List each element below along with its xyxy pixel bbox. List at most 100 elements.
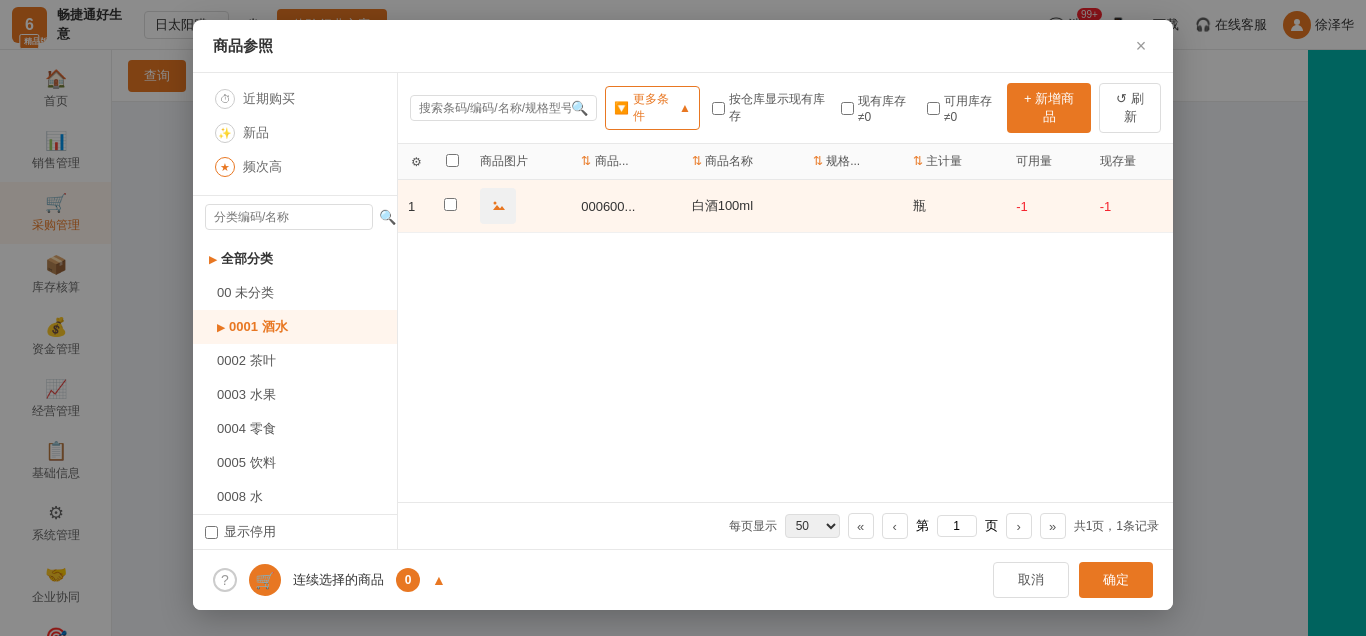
cat-drinks[interactable]: 0005 饮料 [193,446,397,480]
cart-count: 0 [396,568,420,592]
cat-tea[interactable]: 0002 茶叶 [193,344,397,378]
right-panel: 🔍 🔽 更多条件 ▲ 按仓库显示现有库存 现有库存≠0 [398,73,1173,549]
row-stock: -1 [1090,180,1173,233]
refresh-button[interactable]: ↺ 刷新 [1099,83,1161,133]
product-reference-modal: 商品参照 × ⏱ 近期购买 ✨ 新品 ★ 频次高 [193,20,1173,610]
sort-icon: ⇅ [581,154,591,168]
sort-icon: ⇅ [913,154,923,168]
filter-button[interactable]: 🔽 更多条件 ▲ [605,86,700,130]
category-list: ▶ 全部分类 00 未分类 ▶ 0001 酒水 0002 茶叶 0003 水果 [193,238,397,514]
select-all-checkbox[interactable] [446,154,459,167]
expand-icon: ▶ [209,254,217,265]
tab-new[interactable]: ✨ 新品 [205,117,385,149]
table-header-row: ⚙ 商品图片 ⇅ 商品... [398,144,1173,180]
product-search-box: 🔍 [410,95,597,121]
page-size-label: 每页显示 [729,518,777,535]
filter-icon: 🔽 [614,101,629,115]
svg-point-2 [494,202,497,205]
stock-ne0-checkbox[interactable] [841,102,854,115]
avail-ne0-checkbox-label[interactable]: 可用库存≠0 [927,93,999,124]
row-image-cell [470,180,571,233]
page-prev-button[interactable]: ‹ [882,513,908,539]
row-checkbox[interactable] [444,198,457,211]
toolbar-actions: + 新增商品 ↺ 刷新 [1007,83,1161,133]
table-row[interactable]: 1 000600... 白酒100ml [398,180,1173,233]
page-last-button[interactable]: » [1040,513,1066,539]
cat-snacks[interactable]: 0004 零食 [193,412,397,446]
col-stock: 现存量 [1090,144,1173,180]
sort-icon: ⇅ [813,154,823,168]
page-number-input[interactable] [937,515,977,537]
quick-tabs: ⏱ 近期购买 ✨ 新品 ★ 频次高 [193,73,397,196]
cat-uncategorized[interactable]: 00 未分类 [193,276,397,310]
help-icon[interactable]: ? [213,568,237,592]
page-total-info: 共1页，1条记录 [1074,518,1159,535]
row-spec [803,180,903,233]
sort-icon: ⇅ [692,154,702,168]
tab-frequent[interactable]: ★ 频次高 [205,151,385,183]
cancel-button[interactable]: 取消 [993,562,1069,598]
row-checkbox-cell[interactable] [434,180,470,233]
chevron-up-icon[interactable]: ▲ [432,572,446,588]
table-settings-icon: ⚙ [411,155,422,169]
cart-label: 连续选择的商品 [293,571,384,589]
warehouse-stock-checkbox-label[interactable]: 按仓库显示现有库存 [712,91,827,125]
add-product-button[interactable]: + 新增商品 [1007,83,1091,133]
col-image: 商品图片 [470,144,571,180]
col-spec[interactable]: ⇅ 规格... [803,144,903,180]
col-code[interactable]: ⇅ 商品... [571,144,681,180]
category-search-area: 🔍 [193,196,397,238]
new-icon: ✨ [215,123,235,143]
avail-ne0-checkbox[interactable] [927,102,940,115]
product-search-icon[interactable]: 🔍 [571,100,588,116]
cat-liquor[interactable]: ▶ 0001 酒水 [193,310,397,344]
product-table: ⚙ 商品图片 ⇅ 商品... [398,144,1173,233]
modal-close-button[interactable]: × [1129,34,1153,58]
tab-recent[interactable]: ⏱ 近期购买 [205,83,385,115]
col-available: 可用量 [1006,144,1089,180]
page-first-button[interactable]: « [848,513,874,539]
col-select-all[interactable] [434,144,470,180]
modal-footer: ? 🛒 连续选择的商品 0 ▲ 取消 确定 [193,549,1173,610]
row-unit: 瓶 [903,180,1006,233]
left-panel: ⏱ 近期购买 ✨ 新品 ★ 频次高 🔍 ▶ [193,73,398,549]
col-settings[interactable]: ⚙ [398,144,434,180]
confirm-button[interactable]: 确定 [1079,562,1153,598]
cat-water[interactable]: 0008 水 [193,480,397,514]
pagination-area: 每页显示 50 10 20 100 « ‹ 第 页 › » 共1页，1条记录 [398,502,1173,549]
cart-icon[interactable]: 🛒 [249,564,281,596]
page-suffix: 页 [985,517,998,535]
row-name: 白酒100ml [682,180,803,233]
warehouse-stock-checkbox[interactable] [712,102,725,115]
star-icon: ★ [215,157,235,177]
chevron-up-icon: ▲ [679,101,691,115]
display-disabled-area: 显示停用 [193,514,397,549]
modal-body: ⏱ 近期购买 ✨ 新品 ★ 频次高 🔍 ▶ [193,73,1173,549]
col-unit[interactable]: ⇅ 主计量 [903,144,1006,180]
right-toolbar: 🔍 🔽 更多条件 ▲ 按仓库显示现有库存 现有库存≠0 [398,73,1173,144]
footer-right: 取消 确定 [993,562,1153,598]
cat-all[interactable]: ▶ 全部分类 [193,242,397,276]
page-size-select[interactable]: 50 10 20 100 [785,514,840,538]
display-disabled-label[interactable]: 显示停用 [224,523,276,541]
product-table-area: ⚙ 商品图片 ⇅ 商品... [398,144,1173,502]
modal-header: 商品参照 × [193,20,1173,73]
cat-fruit[interactable]: 0003 水果 [193,378,397,412]
modal-title: 商品参照 [213,37,273,56]
display-disabled-checkbox[interactable] [205,526,218,539]
category-search-icon[interactable]: 🔍 [379,209,396,225]
stock-ne0-checkbox-label[interactable]: 现有库存≠0 [841,93,913,124]
col-name[interactable]: ⇅ 商品名称 [682,144,803,180]
svg-rect-1 [490,198,506,214]
footer-left: ? 🛒 连续选择的商品 0 ▲ [213,564,446,596]
row-index: 1 [398,180,434,233]
recent-icon: ⏱ [215,89,235,109]
page-next-button[interactable]: › [1006,513,1032,539]
page-label: 第 [916,517,929,535]
product-image-placeholder [480,188,516,224]
filter-checkboxes: 按仓库显示现有库存 现有库存≠0 可用库存≠0 [712,91,999,125]
product-search-input[interactable] [419,101,571,115]
row-available: -1 [1006,180,1089,233]
category-search-input[interactable] [205,204,373,230]
row-code: 000600... [571,180,681,233]
